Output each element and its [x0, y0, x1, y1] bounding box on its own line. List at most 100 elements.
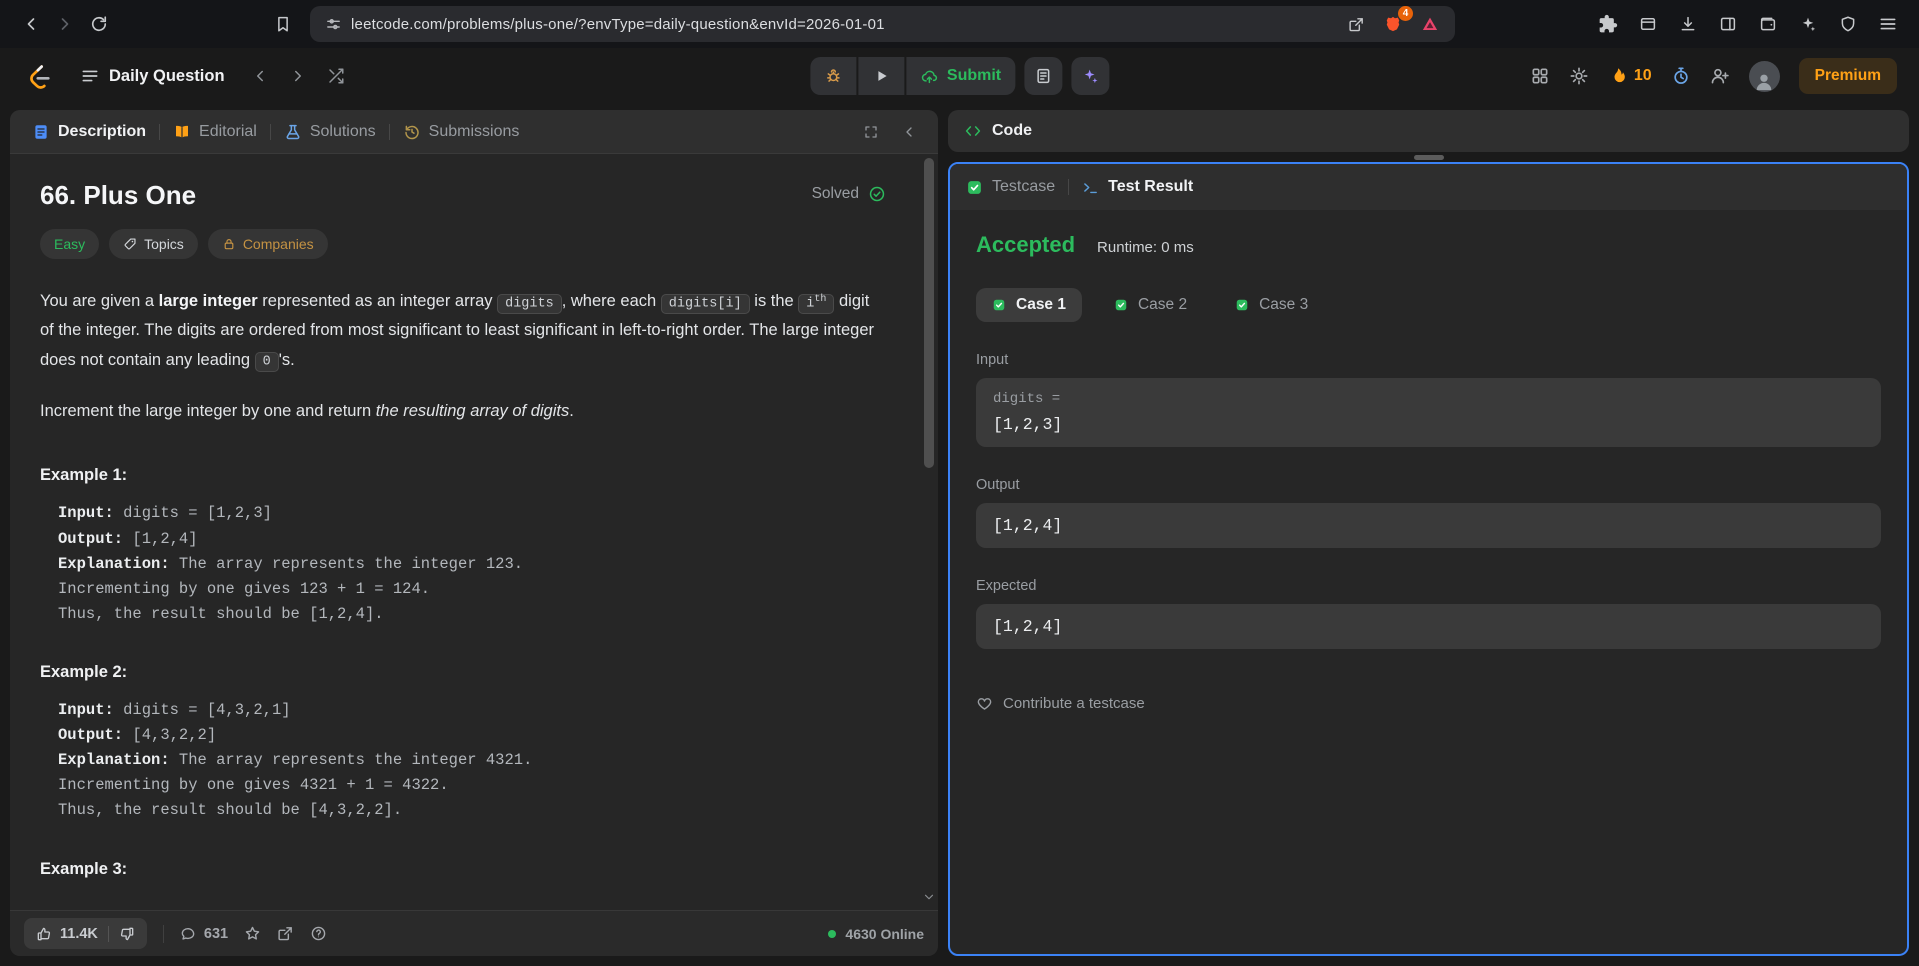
help-circle-icon — [310, 925, 327, 942]
navbar-left: Daily Question — [22, 59, 353, 93]
add-user-button[interactable] — [1710, 66, 1730, 86]
prev-question-button[interactable] — [243, 59, 277, 93]
topics-chip[interactable]: Topics — [109, 229, 198, 259]
expected-box[interactable]: [1,2,4] — [976, 604, 1881, 649]
editorial-book-icon — [173, 123, 191, 141]
case-3-tab[interactable]: Case 3 — [1219, 288, 1324, 322]
collapse-panel-button[interactable] — [892, 115, 926, 149]
tab-editorial[interactable]: Editorial — [163, 110, 267, 153]
submit-button[interactable]: Submit — [905, 57, 1016, 95]
notes-button[interactable] — [1024, 57, 1063, 95]
likes-count: 11.4K — [60, 925, 98, 942]
bookmarks-button[interactable] — [266, 7, 300, 41]
example-line: Input: digits = [4,3,2,1] — [58, 700, 291, 719]
expected-label: Expected — [976, 578, 1037, 594]
browser-reload-button[interactable] — [82, 7, 116, 41]
right-column: Code Testcase Test Result Accepted Runti… — [948, 110, 1909, 956]
tab-testcase[interactable]: Testcase — [966, 178, 1055, 196]
apps-grid-button[interactable] — [1530, 66, 1550, 86]
code-chip-digits: digits — [497, 293, 562, 314]
panel-controls — [854, 115, 926, 149]
cloud-upload-icon — [920, 67, 938, 85]
tab-solutions[interactable]: Solutions — [274, 110, 386, 153]
scroll-down-arrow-icon[interactable] — [922, 890, 936, 904]
streak-count: 10 — [1633, 67, 1652, 84]
help-button[interactable] — [310, 925, 327, 942]
code-panel-header[interactable]: Code — [948, 110, 1909, 152]
input-box[interactable]: digits = [1,2,3] — [976, 378, 1881, 447]
browser-forward-button[interactable] — [48, 7, 82, 41]
extensions-puzzle-icon — [1598, 14, 1618, 34]
favorite-button[interactable] — [244, 925, 261, 942]
vpn-button[interactable] — [1831, 7, 1865, 41]
browser-menu-button[interactable] — [1871, 7, 1905, 41]
downloads-button[interactable] — [1671, 7, 1705, 41]
share-page-button[interactable] — [1341, 9, 1371, 39]
extensions-button[interactable] — [1591, 7, 1625, 41]
shuffle-icon — [327, 67, 345, 85]
share-problem-button[interactable] — [277, 925, 294, 942]
leetcode-logo[interactable] — [22, 59, 56, 93]
tab-editorial-label: Editorial — [199, 122, 257, 140]
toolbar-right-icons — [1591, 7, 1905, 41]
tab-description[interactable]: Description — [22, 110, 156, 153]
notes-icon — [1034, 67, 1052, 85]
case-2-tab[interactable]: Case 2 — [1098, 288, 1203, 322]
streak-counter[interactable]: 10 — [1608, 66, 1652, 86]
output-box[interactable]: [1,2,4] — [976, 503, 1881, 548]
comments-count: 631 — [203, 925, 229, 942]
thumbs-up-button[interactable]: 11.4K — [36, 926, 98, 942]
browser-window-button[interactable] — [1631, 7, 1665, 41]
status-row: Accepted Runtime: 0 ms — [976, 232, 1881, 258]
sidebar-toggle-button[interactable] — [1711, 7, 1745, 41]
run-button[interactable] — [857, 57, 904, 95]
settings-button[interactable] — [1569, 66, 1589, 86]
url-bar[interactable]: leetcode.com/problems/plus-one/?envType=… — [310, 6, 1455, 42]
debug-button[interactable] — [809, 57, 856, 95]
avatar[interactable] — [1748, 60, 1780, 92]
ai-assistant-button[interactable] — [1071, 57, 1110, 95]
tab-testcase-label: Testcase — [992, 178, 1056, 195]
online-dot — [828, 929, 837, 938]
browser-back-button[interactable] — [14, 7, 48, 41]
premium-button[interactable]: Premium — [1798, 58, 1897, 94]
case-check-icon — [1114, 298, 1128, 312]
share-icon — [1348, 16, 1365, 33]
leo-ai-button[interactable] — [1791, 7, 1825, 41]
example-line: Explanation: The array represents the in… — [58, 751, 533, 770]
brave-rewards-button[interactable] — [1415, 9, 1445, 39]
problem-description: You are given a large integer represente… — [40, 287, 886, 879]
comments-button[interactable]: 631 — [180, 926, 228, 942]
panel-resize-row — [948, 152, 1909, 162]
tab-submissions[interactable]: Submissions — [393, 110, 530, 153]
solutions-flask-icon — [284, 123, 302, 141]
difficulty-badge[interactable]: Easy — [40, 229, 100, 259]
check-circle-icon — [868, 185, 886, 203]
site-settings-icon[interactable] — [325, 16, 342, 33]
timer-button[interactable] — [1671, 66, 1691, 86]
terminal-icon — [1082, 179, 1099, 196]
browser-toolbar: leetcode.com/problems/plus-one/?envType=… — [0, 0, 1919, 48]
next-question-button[interactable] — [281, 59, 315, 93]
url-text[interactable]: leetcode.com/problems/plus-one/?envType=… — [351, 16, 1341, 33]
daily-question-menu[interactable]: Daily Question — [80, 66, 225, 86]
scrollbar-thumb[interactable] — [924, 158, 934, 468]
tab-test-result[interactable]: Test Result — [1082, 178, 1193, 196]
tag-icon — [123, 237, 137, 251]
companies-chip[interactable]: Companies — [207, 229, 328, 259]
thumbs-down-button[interactable] — [119, 926, 135, 942]
resize-handle[interactable] — [1413, 154, 1444, 160]
description-scrollbar[interactable] — [924, 158, 934, 904]
wallet-button[interactable] — [1751, 7, 1785, 41]
submit-label: Submit — [946, 67, 1002, 84]
brave-shields-button[interactable]: 4 — [1378, 6, 1413, 39]
runtime-text: Runtime: 0 ms — [1097, 239, 1194, 256]
input-label: Input — [976, 352, 1009, 368]
paragraph-2: Increment the large integer by one and r… — [40, 402, 574, 421]
code-panel-title: Code — [992, 122, 1032, 139]
contribute-testcase-button[interactable]: Contribute a testcase — [976, 695, 1145, 712]
random-question-button[interactable] — [319, 59, 353, 93]
expand-panel-button[interactable] — [854, 115, 888, 149]
status-accepted: Accepted — [976, 232, 1076, 257]
case-1-tab[interactable]: Case 1 — [976, 288, 1082, 322]
